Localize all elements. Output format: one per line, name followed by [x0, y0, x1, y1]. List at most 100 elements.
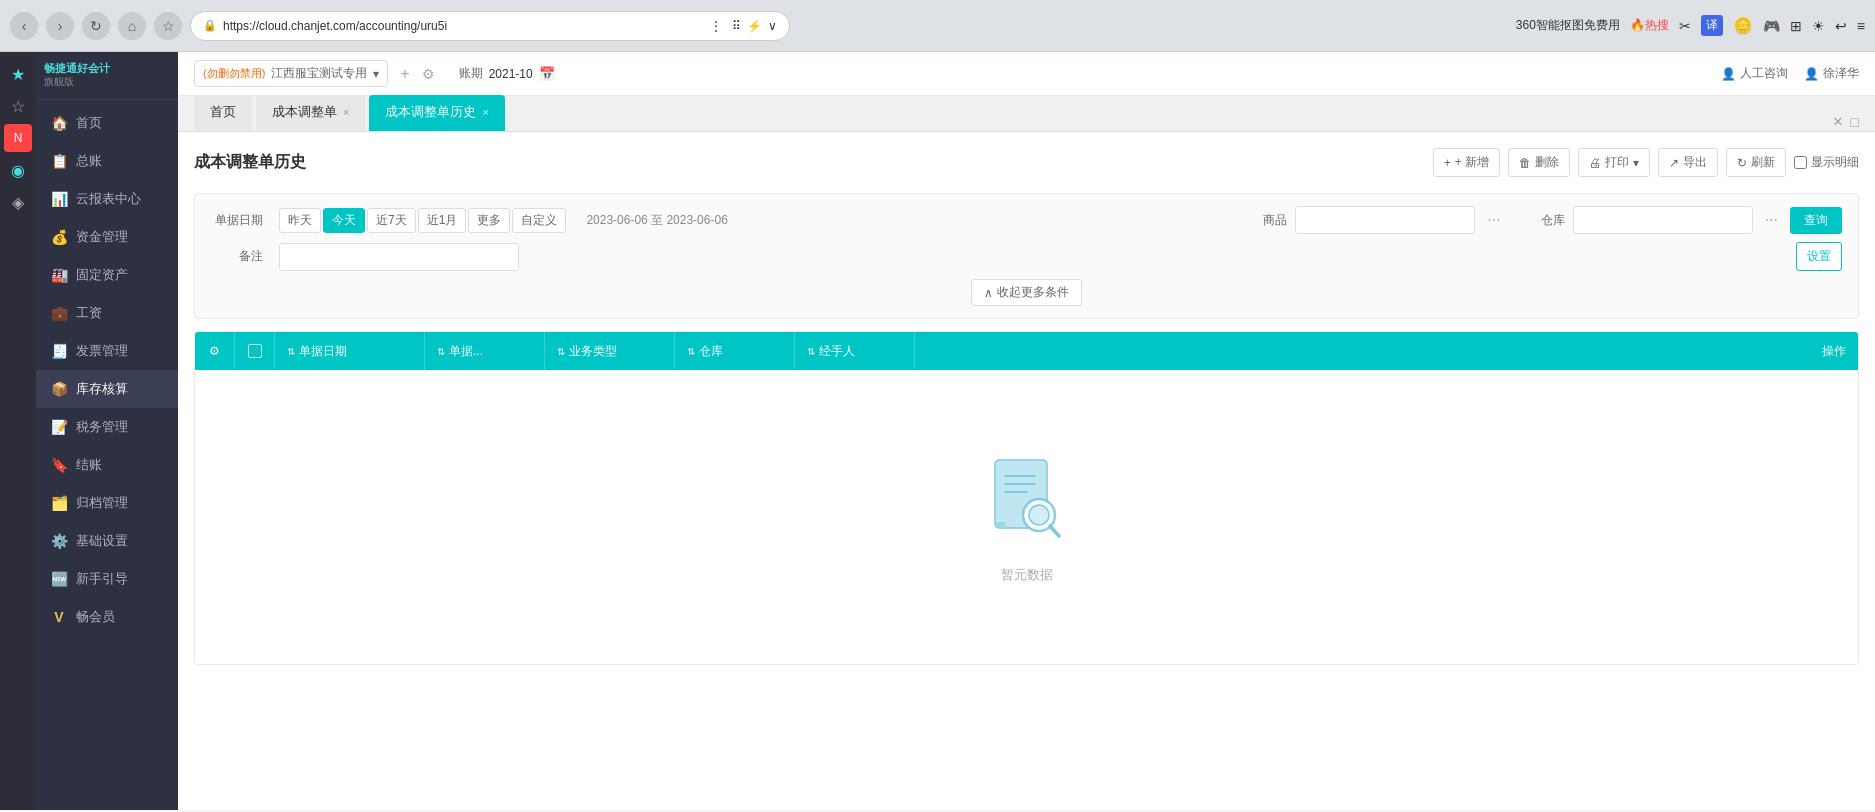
date-btn-more[interactable]: 更多: [468, 208, 510, 233]
svg-line-7: [1050, 526, 1059, 536]
sidebar-item-guide[interactable]: 🆕 新手引导: [36, 560, 178, 598]
period-label: 账期: [459, 65, 483, 82]
topbar-page-icon[interactable]: □: [1851, 114, 1859, 130]
th-checkbox[interactable]: [235, 332, 275, 370]
sidebar-item-archive[interactable]: 🗂️ 归档管理: [36, 484, 178, 522]
goods-dots[interactable]: ···: [1483, 211, 1504, 229]
tab-cost-adjust-history[interactable]: 成本调整单历史 ×: [369, 95, 504, 131]
th-biz-type[interactable]: ⇅ 业务类型: [545, 332, 675, 370]
grid-icon[interactable]: ⊞: [1790, 18, 1802, 34]
address-bar[interactable]: 🔒 https://cloud.chanjet.com/accounting/u…: [190, 11, 790, 41]
select-all-checkbox[interactable]: [248, 344, 262, 358]
goods-label: 商品: [1235, 212, 1287, 229]
display-toggle[interactable]: 显示明细: [1794, 154, 1859, 171]
translate-icon[interactable]: 译: [1701, 15, 1723, 36]
reload-button[interactable]: ↻: [82, 12, 110, 40]
company-selector[interactable]: (勿删勿禁用) 江西服宝测试专用 ▾: [194, 60, 388, 87]
sidebar-label-salary: 工资: [76, 304, 102, 322]
sidebar-label-vip: 畅会员: [76, 608, 115, 626]
sidebar-item-vip[interactable]: V 畅会员: [36, 598, 178, 636]
goods-input[interactable]: [1295, 206, 1475, 234]
sidebar-label-guide: 新手引导: [76, 570, 128, 588]
tab-cost-adjust-history-close[interactable]: ×: [482, 106, 488, 118]
display-toggle-checkbox[interactable]: [1794, 156, 1807, 169]
sort-handler-icon: ⇅: [807, 346, 815, 357]
sidebar-item-funds[interactable]: 💰 资金管理: [36, 218, 178, 256]
game-icon[interactable]: 🎮: [1763, 18, 1780, 34]
icon-bar-item-4[interactable]: ◉: [4, 156, 32, 184]
bookmark-button[interactable]: ☆: [154, 12, 182, 40]
menu-icon[interactable]: ≡: [1857, 18, 1865, 34]
column-settings-icon[interactable]: ⚙: [209, 344, 220, 358]
tab-home[interactable]: 首页: [194, 95, 252, 131]
tab-cost-adjust-close[interactable]: ×: [343, 106, 349, 118]
sidebar-item-salary[interactable]: 💼 工资: [36, 294, 178, 332]
icon-bar-item-1[interactable]: ★: [4, 60, 32, 88]
sidebar-item-invoice[interactable]: 🧾 发票管理: [36, 332, 178, 370]
date-btn-today[interactable]: 今天: [323, 208, 365, 233]
sidebar-item-settle[interactable]: 🔖 结账: [36, 446, 178, 484]
delete-button[interactable]: 🗑 删除: [1508, 148, 1570, 177]
sidebar-label-ledger: 总账: [76, 152, 102, 170]
th-warehouse[interactable]: ⇅ 仓库: [675, 332, 795, 370]
calendar-icon[interactable]: 📅: [539, 66, 555, 81]
sidebar-item-assets[interactable]: 🏭 固定资产: [36, 256, 178, 294]
tab-cost-adjust[interactable]: 成本调整单 ×: [256, 95, 365, 131]
sidebar-nav: 🏠 首页 📋 总账 📊 云报表中心 💰 资金管理 🏭 固定资产 💼 工资: [36, 100, 178, 810]
print-button[interactable]: 🖨 打印 ▾: [1578, 148, 1650, 177]
date-btn-yesterday[interactable]: 昨天: [279, 208, 321, 233]
th-settings[interactable]: ⚙: [195, 332, 235, 370]
tab-cost-adjust-history-label: 成本调整单历史: [385, 103, 476, 121]
sidebar-item-home[interactable]: 🏠 首页: [36, 104, 178, 142]
icon-bar-item-2[interactable]: ☆: [4, 92, 32, 120]
topbar-right: 👤 人工咨询 👤 徐泽华: [1721, 65, 1859, 82]
lightning-icon: ⚡: [747, 19, 762, 33]
service-btn[interactable]: 👤 人工咨询: [1721, 65, 1788, 82]
user-btn[interactable]: 👤 徐泽华: [1804, 65, 1859, 82]
add-button[interactable]: + + 新增: [1433, 148, 1500, 177]
funds-icon: 💰: [50, 229, 68, 245]
date-btn-1month[interactable]: 近1月: [418, 208, 467, 233]
settle-icon: 🔖: [50, 457, 68, 473]
add-company-icon[interactable]: +: [400, 65, 409, 83]
brightness-icon[interactable]: ☀: [1812, 18, 1825, 34]
sidebar-item-ledger[interactable]: 📋 总账: [36, 142, 178, 180]
vip-icon: V: [50, 609, 68, 625]
sidebar-item-reports[interactable]: 📊 云报表中心: [36, 180, 178, 218]
sidebar: 畅捷通好会计 旗舰版 🏠 首页 📋 总账 📊 云报表中心 💰 资金管理: [36, 52, 178, 810]
sidebar-item-settings[interactable]: ⚙️ 基础设置: [36, 522, 178, 560]
undo-icon[interactable]: ↩: [1835, 18, 1847, 34]
th-handler[interactable]: ⇅ 经手人: [795, 332, 915, 370]
sidebar-item-tax[interactable]: 📝 税务管理: [36, 408, 178, 446]
dropdown-icon: ⋮: [710, 19, 722, 33]
forward-button[interactable]: ›: [46, 12, 74, 40]
salary-icon: 💼: [50, 305, 68, 321]
back-button[interactable]: ‹: [10, 12, 38, 40]
tab-cost-adjust-label: 成本调整单: [272, 103, 337, 121]
export-button[interactable]: ↗ 导出: [1658, 148, 1718, 177]
warehouse-input[interactable]: [1573, 206, 1753, 234]
settings-gear-icon[interactable]: ⚙: [422, 66, 435, 82]
note-input[interactable]: [279, 243, 519, 271]
th-order-no[interactable]: ⇅ 单据...: [425, 332, 545, 370]
th-date[interactable]: ⇅ 单据日期: [275, 332, 425, 370]
sidebar-item-inventory[interactable]: 📦 库存核算: [36, 370, 178, 408]
filter-settings-button[interactable]: 设置: [1796, 242, 1842, 271]
icon-bar-item-active[interactable]: N: [4, 124, 32, 152]
topbar-page-close[interactable]: ×: [1825, 113, 1850, 131]
collapse-button[interactable]: ∧ 收起更多条件: [971, 279, 1082, 306]
date-btn-custom[interactable]: 自定义: [512, 208, 566, 233]
query-button[interactable]: 查询: [1790, 207, 1842, 234]
sidebar-label-home: 首页: [76, 114, 102, 132]
guide-icon: 🆕: [50, 571, 68, 587]
apps-icon: ⠿: [732, 19, 741, 33]
empty-text: 暂元数据: [1001, 566, 1053, 584]
refresh-button[interactable]: ↻ 刷新: [1726, 148, 1786, 177]
gold-coin-icon[interactable]: 🪙: [1733, 16, 1753, 35]
hot-search-icon[interactable]: 🔥热搜: [1630, 17, 1669, 34]
warehouse-dots[interactable]: ···: [1761, 211, 1782, 229]
date-btn-7days[interactable]: 近7天: [367, 208, 416, 233]
icon-bar-item-5[interactable]: ◈: [4, 188, 32, 216]
home-button[interactable]: ⌂: [118, 12, 146, 40]
scissors-icon[interactable]: ✂: [1679, 18, 1691, 34]
